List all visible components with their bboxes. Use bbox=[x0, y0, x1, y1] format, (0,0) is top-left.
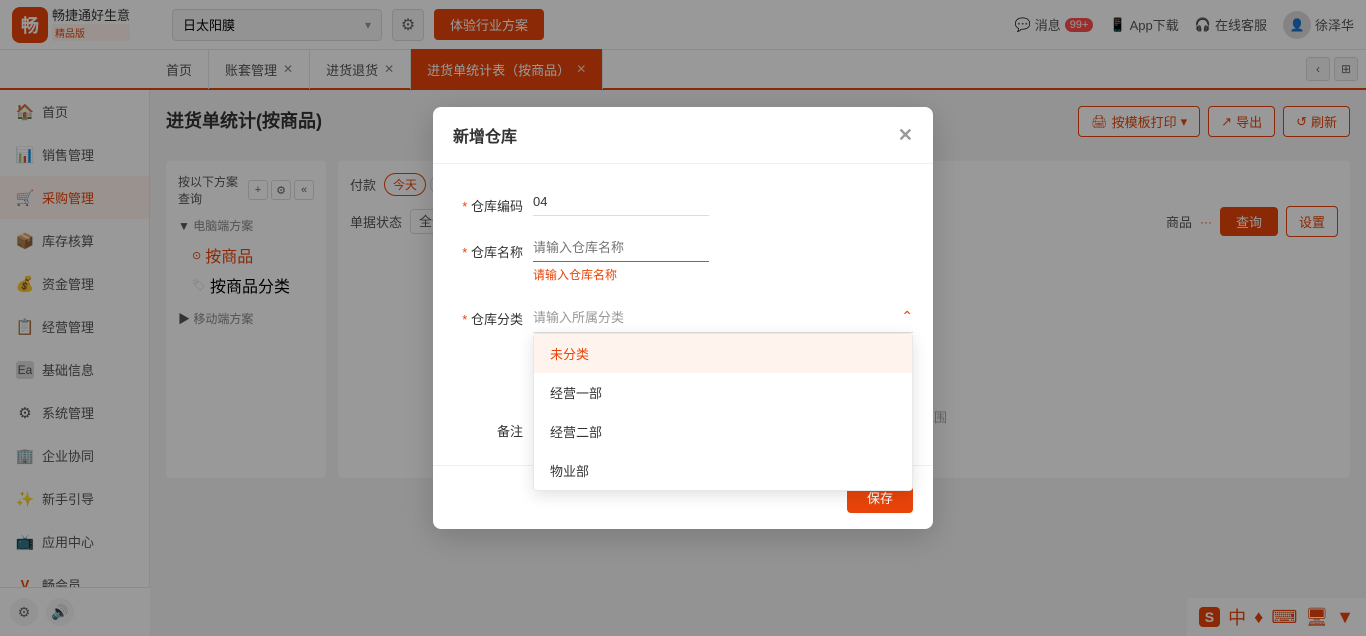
modal-body: * 仓库编码 * 仓库名称 请输入仓库名称 bbox=[433, 164, 933, 441]
dropdown-option-unclassified[interactable]: 未分类 bbox=[534, 334, 912, 373]
code-field-wrap bbox=[533, 188, 913, 216]
category-placeholder: 请输入所属分类 bbox=[533, 307, 624, 326]
form-row-code: * 仓库编码 bbox=[453, 188, 913, 216]
name-error-msg: 请输入仓库名称 bbox=[533, 266, 913, 283]
new-warehouse-modal: 新增仓库 ✕ * 仓库编码 * 仓库名称 bbox=[433, 107, 933, 529]
dropdown-option-property[interactable]: 物业部 bbox=[534, 451, 912, 490]
code-input[interactable] bbox=[533, 188, 709, 216]
category-label: * 仓库分类 bbox=[453, 301, 533, 328]
modal-title: 新增仓库 bbox=[453, 123, 517, 147]
dropdown-option-dept2[interactable]: 经营二部 bbox=[534, 412, 912, 451]
category-dropdown[interactable]: 请输入所属分类 ⌃ bbox=[533, 301, 913, 333]
modal-overlay: 新增仓库 ✕ * 仓库编码 * 仓库名称 bbox=[0, 0, 1366, 636]
modal-header: 新增仓库 ✕ bbox=[433, 107, 933, 164]
modal-close-btn[interactable]: ✕ bbox=[898, 125, 913, 146]
dropdown-option-dept1[interactable]: 经营一部 bbox=[534, 373, 912, 412]
category-field-wrap: 请输入所属分类 ⌃ 未分类 经营一部 经营二部 物业部 bbox=[533, 301, 913, 333]
form-row-name: * 仓库名称 请输入仓库名称 bbox=[453, 234, 913, 283]
name-input[interactable] bbox=[533, 234, 709, 262]
category-dropdown-list: 未分类 经营一部 经营二部 物业部 bbox=[533, 333, 913, 491]
code-label: * 仓库编码 bbox=[453, 188, 533, 215]
remark-label: 备注 bbox=[453, 413, 533, 440]
form-row-category: * 仓库分类 请输入所属分类 ⌃ 未分类 经营一部 经营二部 物业部 bbox=[453, 301, 913, 333]
dropdown-up-icon: ⌃ bbox=[901, 308, 913, 325]
name-label: * 仓库名称 bbox=[453, 234, 533, 261]
name-field-wrap: 请输入仓库名称 bbox=[533, 234, 913, 283]
